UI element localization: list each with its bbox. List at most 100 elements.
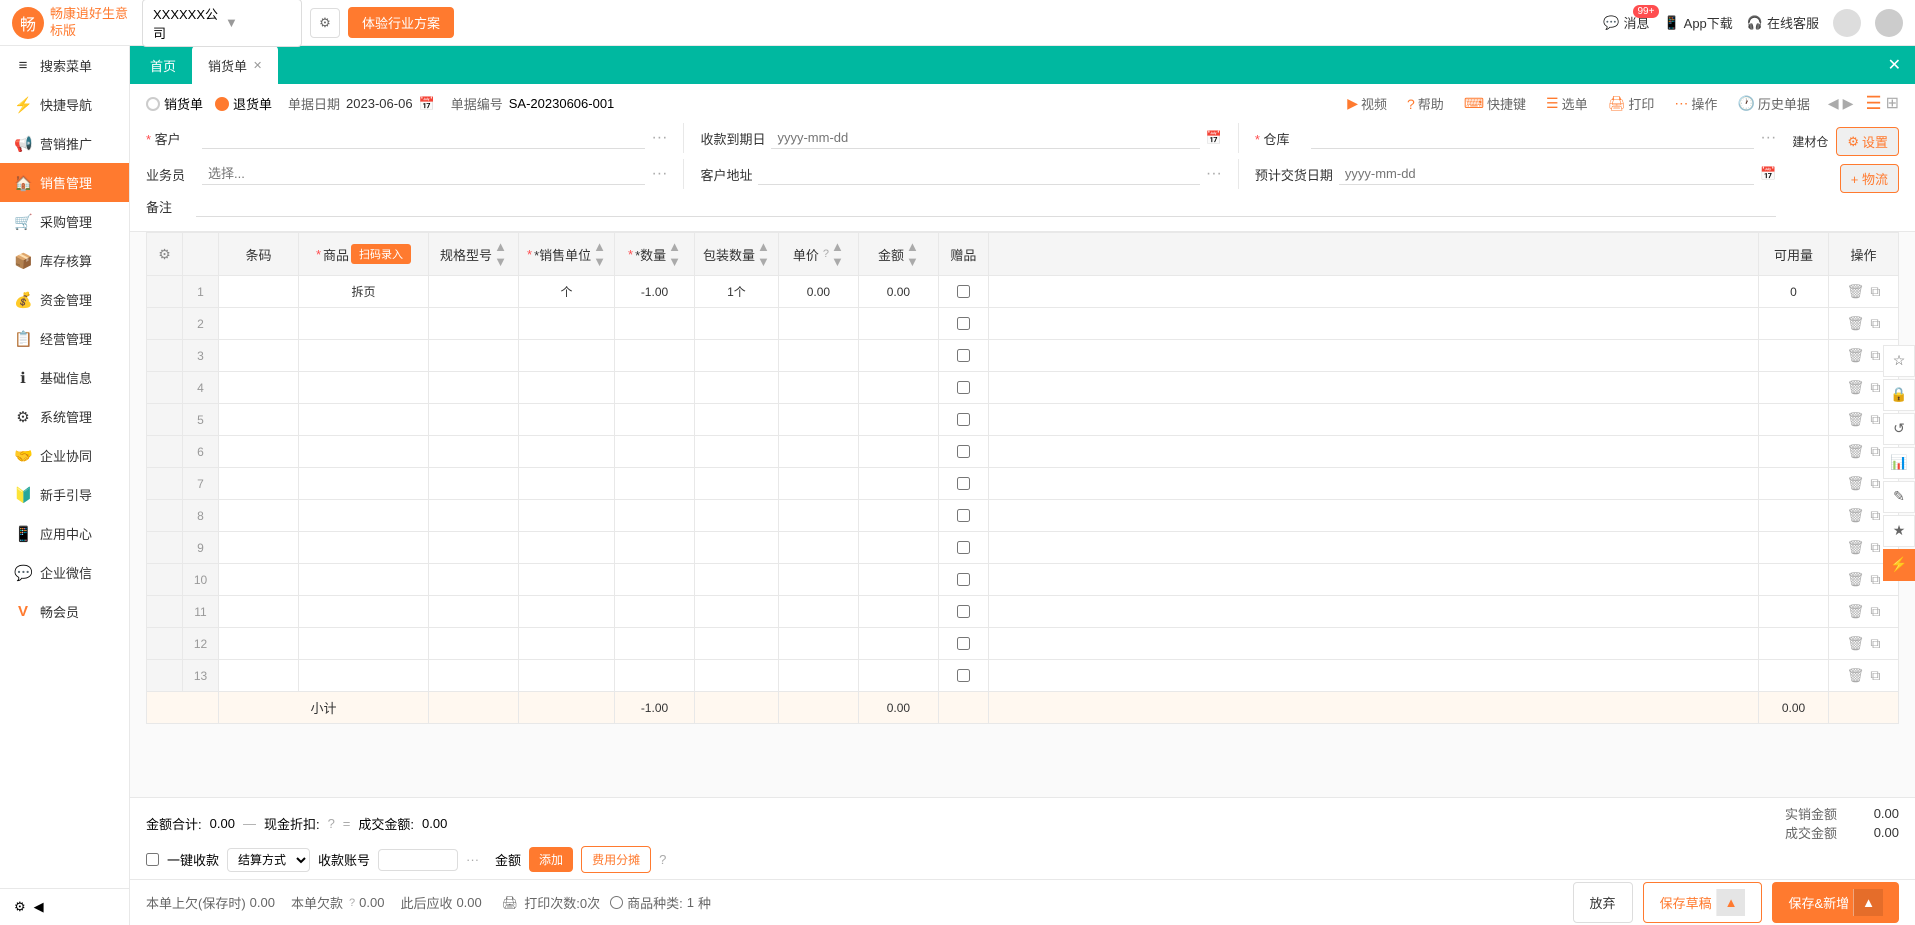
save-new-arrow[interactable]: ▲ xyxy=(1853,889,1883,916)
online-service-button[interactable]: 🎧 在线客服 xyxy=(1747,13,1819,32)
add-payment-button[interactable]: 添加 xyxy=(529,847,573,872)
gift-checkbox[interactable] xyxy=(957,573,970,586)
shortcut-button[interactable]: ⌨ 快捷键 xyxy=(1458,92,1532,115)
sidebar-item-basic-info[interactable]: ℹ 基础信息 xyxy=(0,358,129,397)
gift-checkbox[interactable] xyxy=(957,413,970,426)
copy-row-icon[interactable]: ⧉ xyxy=(1870,667,1880,684)
row-barcode-cell[interactable] xyxy=(219,276,299,308)
row-pkgqty-cell[interactable] xyxy=(695,308,779,340)
row-amount-cell[interactable] xyxy=(858,628,938,660)
sidebar-item-operations[interactable]: 📋 经营管理 xyxy=(0,319,129,358)
row-barcode-cell[interactable] xyxy=(219,596,299,628)
row-price-cell[interactable] xyxy=(778,564,858,596)
row-amount-cell[interactable] xyxy=(858,372,938,404)
row-unit-cell[interactable] xyxy=(519,340,615,372)
row-barcode-cell[interactable] xyxy=(219,436,299,468)
copy-row-icon[interactable]: ⧉ xyxy=(1870,443,1880,460)
row-gift-cell[interactable] xyxy=(938,564,988,596)
row-amount-cell[interactable] xyxy=(858,340,938,372)
row-gift-cell[interactable] xyxy=(938,532,988,564)
row-spec-cell[interactable] xyxy=(429,468,519,500)
row-unit-cell[interactable] xyxy=(519,372,615,404)
row-qty-cell[interactable] xyxy=(615,404,695,436)
sidebar-item-marketing[interactable]: 📢 营销推广 xyxy=(0,124,129,163)
row-unit-cell[interactable] xyxy=(519,468,615,500)
row-product-cell[interactable] xyxy=(299,660,429,692)
row-amount-cell[interactable] xyxy=(858,436,938,468)
radio-return-order[interactable]: 退货单 xyxy=(215,94,272,113)
row-price-cell[interactable] xyxy=(778,628,858,660)
row-qty-cell[interactable] xyxy=(615,340,695,372)
th-gear[interactable]: ⚙ xyxy=(147,233,183,276)
row-product-cell[interactable] xyxy=(299,596,429,628)
row-amount-cell[interactable] xyxy=(858,308,938,340)
row-barcode-cell[interactable] xyxy=(219,308,299,340)
row-product-cell[interactable] xyxy=(299,628,429,660)
print-button[interactable]: 🖨 打印 xyxy=(1602,92,1661,115)
row-product-cell[interactable] xyxy=(299,372,429,404)
delete-row-icon[interactable]: 🗑 xyxy=(1847,635,1865,652)
row-product-cell[interactable] xyxy=(299,436,429,468)
price-help-icon[interactable]: ? xyxy=(823,248,829,260)
delete-row-icon[interactable]: 🗑 xyxy=(1847,539,1865,556)
save-draft-button[interactable]: 保存草稿 ▲ xyxy=(1643,882,1763,923)
row-product-cell[interactable] xyxy=(299,532,429,564)
copy-row-icon[interactable]: ⧉ xyxy=(1870,475,1880,492)
row-price-cell[interactable] xyxy=(778,500,858,532)
app-download-button[interactable]: 📱 App下载 xyxy=(1663,13,1732,32)
row-spec-cell[interactable] xyxy=(429,276,519,308)
row-pkgqty-cell[interactable] xyxy=(695,500,779,532)
sidebar-item-search[interactable]: ≡ 搜索菜单 xyxy=(0,46,129,85)
rf-btn-4[interactable]: 📊 xyxy=(1883,447,1915,479)
row-unit-cell[interactable] xyxy=(519,404,615,436)
row-gift-cell[interactable] xyxy=(938,276,988,308)
row-unit-cell[interactable] xyxy=(519,660,615,692)
gift-checkbox[interactable] xyxy=(957,637,970,650)
settlement-select[interactable]: 结算方式 xyxy=(227,848,310,872)
sidebar-item-app-center[interactable]: 📱 应用中心 xyxy=(0,514,129,553)
company-selector[interactable]: XXXXXX公司 ▼ xyxy=(142,0,302,47)
row-spec-cell[interactable] xyxy=(429,404,519,436)
row-qty-cell[interactable] xyxy=(615,436,695,468)
row-unit-cell[interactable]: 个 xyxy=(519,276,615,308)
account-more-icon[interactable]: ··· xyxy=(466,852,479,867)
delete-row-icon[interactable]: 🗑 xyxy=(1847,667,1865,684)
account-input[interactable] xyxy=(378,849,458,871)
date-value[interactable]: 2023-06-06 xyxy=(346,96,413,111)
avatar[interactable] xyxy=(1833,9,1861,37)
copy-row-icon[interactable]: ⧉ xyxy=(1870,635,1880,652)
history-button[interactable]: 🕐 历史单据 xyxy=(1731,92,1815,115)
row-pkgqty-cell[interactable] xyxy=(695,596,779,628)
row-product-cell[interactable] xyxy=(299,500,429,532)
sidebar-item-system[interactable]: ⚙ 系统管理 xyxy=(0,397,129,436)
row-unit-cell[interactable] xyxy=(519,500,615,532)
row-price-cell[interactable] xyxy=(778,340,858,372)
row-unit-cell[interactable] xyxy=(519,532,615,564)
gift-checkbox[interactable] xyxy=(957,381,970,394)
copy-row-icon[interactable]: ⧉ xyxy=(1870,571,1880,588)
collapse-icon[interactable]: ◀ xyxy=(34,899,44,915)
gift-checkbox[interactable] xyxy=(957,509,970,522)
row-qty-cell[interactable] xyxy=(615,308,695,340)
row-pkgqty-cell[interactable] xyxy=(695,468,779,500)
row-gift-cell[interactable] xyxy=(938,596,988,628)
save-draft-arrow[interactable]: ▲ xyxy=(1716,889,1746,916)
row-price-cell[interactable] xyxy=(778,308,858,340)
copy-row-icon[interactable]: ⧉ xyxy=(1870,315,1880,332)
row-gift-cell[interactable] xyxy=(938,340,988,372)
row-barcode-cell[interactable] xyxy=(219,628,299,660)
gift-checkbox[interactable] xyxy=(957,317,970,330)
row-pkgqty-cell[interactable] xyxy=(695,564,779,596)
sidebar-item-enterprise[interactable]: 🤝 企业协同 xyxy=(0,436,129,475)
row-amount-cell[interactable] xyxy=(858,660,938,692)
calendar-icon[interactable]: 📅 xyxy=(419,96,435,112)
row-price-cell[interactable] xyxy=(778,660,858,692)
salesperson-input[interactable] xyxy=(202,163,645,185)
customer-input[interactable] xyxy=(202,127,645,149)
delivery-calendar-icon[interactable]: 📅 xyxy=(1760,166,1776,182)
row-gift-cell[interactable] xyxy=(938,468,988,500)
row-qty-cell[interactable] xyxy=(615,628,695,660)
gift-checkbox[interactable] xyxy=(957,285,970,298)
next-doc-icon[interactable]: ▶ xyxy=(1843,95,1854,112)
row-amount-cell[interactable] xyxy=(858,564,938,596)
